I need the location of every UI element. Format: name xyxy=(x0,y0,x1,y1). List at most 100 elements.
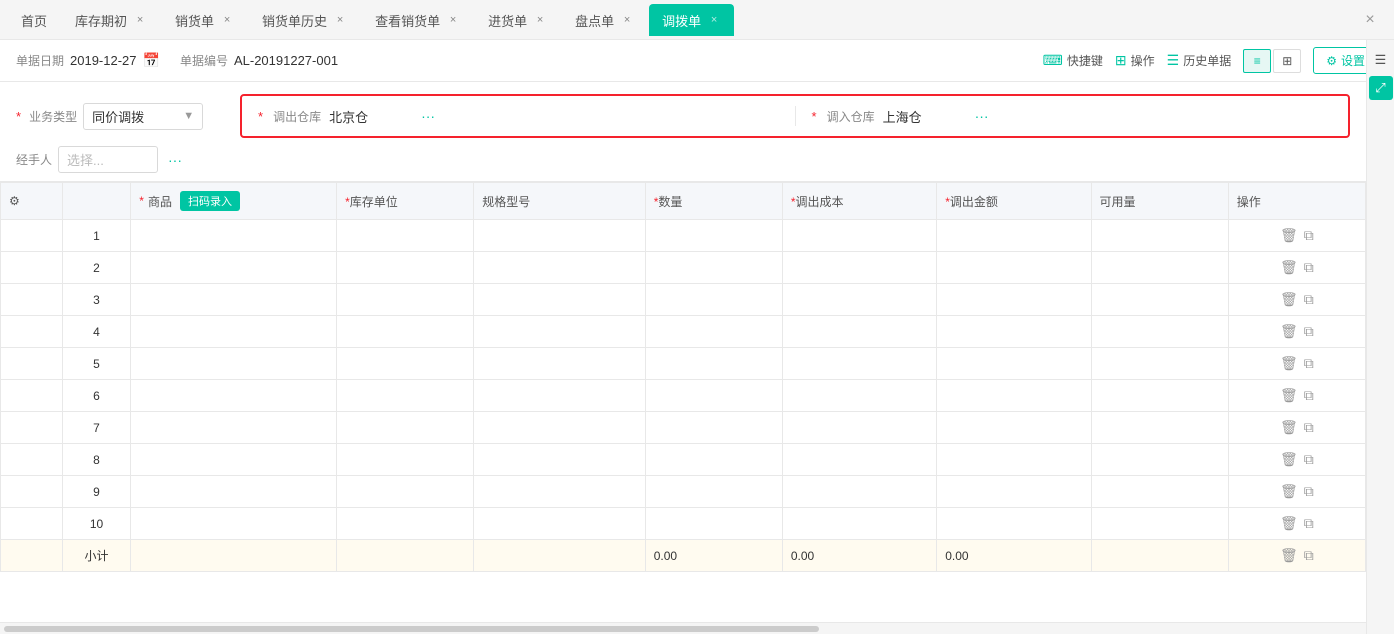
row-amount-cell[interactable] xyxy=(937,444,1091,476)
row-spec-cell[interactable] xyxy=(474,284,645,316)
row-amount-cell[interactable] xyxy=(937,508,1091,540)
row-qty-cell[interactable] xyxy=(645,380,782,412)
row-product-cell[interactable] xyxy=(131,380,337,412)
row-cost-cell[interactable] xyxy=(782,252,936,284)
row-cost-cell[interactable] xyxy=(782,444,936,476)
row-spec-cell[interactable] xyxy=(474,348,645,380)
row-qty-cell[interactable] xyxy=(645,444,782,476)
row-spec-cell[interactable] xyxy=(474,252,645,284)
row-amount-cell[interactable] xyxy=(937,348,1091,380)
tab-purchase[interactable]: 进货单 × xyxy=(475,4,560,36)
tab-sales[interactable]: 销货单 × xyxy=(162,4,247,36)
tab-close-inventory[interactable]: × xyxy=(133,13,147,27)
th-gear[interactable]: ⚙ xyxy=(1,183,63,220)
tab-inventory[interactable]: 库存期初 × xyxy=(62,4,160,36)
row-qty-cell[interactable] xyxy=(645,316,782,348)
scan-button[interactable]: 扫码录入 xyxy=(180,191,240,211)
copy-icon[interactable]: ⧉ xyxy=(1304,259,1314,276)
row-cost-cell[interactable] xyxy=(782,220,936,252)
row-qty-cell[interactable] xyxy=(645,220,782,252)
row-unit-cell[interactable] xyxy=(337,508,474,540)
delete-icon[interactable]: 🗑 xyxy=(1280,419,1298,436)
delete-icon[interactable]: 🗑 xyxy=(1280,355,1298,372)
row-cost-cell[interactable] xyxy=(782,476,936,508)
window-close-button[interactable]: × xyxy=(1354,4,1386,36)
row-amount-cell[interactable] xyxy=(937,380,1091,412)
shortcut-button[interactable]: ⌨ 快捷键 xyxy=(1043,52,1103,69)
warehouse-in-more-icon[interactable]: ··· xyxy=(971,108,993,124)
delete-icon[interactable]: 🗑 xyxy=(1280,451,1298,468)
business-type-select[interactable]: 同价调拨 ▼ xyxy=(83,103,203,130)
row-unit-cell[interactable] xyxy=(337,252,474,284)
row-product-cell[interactable] xyxy=(131,348,337,380)
copy-icon[interactable]: ⧉ xyxy=(1304,483,1314,500)
warehouse-out-more-icon[interactable]: ··· xyxy=(417,108,439,124)
tab-close-transfer[interactable]: × xyxy=(707,13,721,27)
row-product-cell[interactable] xyxy=(131,284,337,316)
tab-close-view-sales[interactable]: × xyxy=(446,13,460,27)
row-spec-cell[interactable] xyxy=(474,444,645,476)
row-cost-cell[interactable] xyxy=(782,508,936,540)
row-amount-cell[interactable] xyxy=(937,412,1091,444)
tab-sales-history[interactable]: 销货单历史 × xyxy=(249,4,360,36)
row-unit-cell[interactable] xyxy=(337,412,474,444)
copy-icon[interactable]: ⧉ xyxy=(1304,547,1314,564)
delete-icon[interactable]: 🗑 xyxy=(1280,515,1298,532)
row-product-cell[interactable] xyxy=(131,412,337,444)
row-unit-cell[interactable] xyxy=(337,476,474,508)
handler-more-icon[interactable]: ··· xyxy=(164,152,186,168)
row-amount-cell[interactable] xyxy=(937,252,1091,284)
row-amount-cell[interactable] xyxy=(937,476,1091,508)
tab-close-purchase[interactable]: × xyxy=(533,13,547,27)
tab-close-stocktake[interactable]: × xyxy=(620,13,634,27)
row-qty-cell[interactable] xyxy=(645,412,782,444)
layout-btn-grid[interactable]: ⊞ xyxy=(1273,49,1301,73)
row-amount-cell[interactable] xyxy=(937,220,1091,252)
row-spec-cell[interactable] xyxy=(474,316,645,348)
tab-stocktake[interactable]: 盘点单 × xyxy=(562,4,647,36)
row-qty-cell[interactable] xyxy=(645,252,782,284)
horizontal-scrollbar[interactable] xyxy=(0,622,1366,634)
delete-icon[interactable]: 🗑 xyxy=(1280,483,1298,500)
row-qty-cell[interactable] xyxy=(645,284,782,316)
row-product-cell[interactable] xyxy=(131,252,337,284)
row-cost-cell[interactable] xyxy=(782,348,936,380)
scrollbar-thumb[interactable] xyxy=(4,626,819,632)
delete-icon[interactable]: 🗑 xyxy=(1280,227,1298,244)
row-cost-cell[interactable] xyxy=(782,316,936,348)
row-unit-cell[interactable] xyxy=(337,380,474,412)
row-spec-cell[interactable] xyxy=(474,508,645,540)
delete-icon[interactable]: 🗑 xyxy=(1280,547,1298,564)
layout-btn-list[interactable]: ≡ xyxy=(1243,49,1271,73)
row-product-cell[interactable] xyxy=(131,508,337,540)
delete-icon[interactable]: 🗑 xyxy=(1280,387,1298,404)
copy-icon[interactable]: ⧉ xyxy=(1304,419,1314,436)
row-spec-cell[interactable] xyxy=(474,412,645,444)
copy-icon[interactable]: ⧉ xyxy=(1304,451,1314,468)
delete-icon[interactable]: 🗑 xyxy=(1280,291,1298,308)
history-button[interactable]: ☰ 历史单据 xyxy=(1167,52,1232,69)
handler-select[interactable]: 选择... xyxy=(58,146,158,173)
copy-icon[interactable]: ⧉ xyxy=(1304,323,1314,340)
tab-home[interactable]: 首页 xyxy=(8,4,60,36)
row-unit-cell[interactable] xyxy=(337,220,474,252)
delete-icon[interactable]: 🗑 xyxy=(1280,259,1298,276)
tab-transfer[interactable]: 调拨单 × xyxy=(649,4,734,36)
copy-icon[interactable]: ⧉ xyxy=(1304,227,1314,244)
row-cost-cell[interactable] xyxy=(782,284,936,316)
row-unit-cell[interactable] xyxy=(337,284,474,316)
row-qty-cell[interactable] xyxy=(645,476,782,508)
row-unit-cell[interactable] xyxy=(337,348,474,380)
row-cost-cell[interactable] xyxy=(782,380,936,412)
row-cost-cell[interactable] xyxy=(782,412,936,444)
copy-icon[interactable]: ⧉ xyxy=(1304,387,1314,404)
delete-icon[interactable]: 🗑 xyxy=(1280,323,1298,340)
row-amount-cell[interactable] xyxy=(937,284,1091,316)
row-unit-cell[interactable] xyxy=(337,316,474,348)
row-qty-cell[interactable] xyxy=(645,348,782,380)
row-amount-cell[interactable] xyxy=(937,316,1091,348)
row-spec-cell[interactable] xyxy=(474,476,645,508)
tab-close-sales[interactable]: × xyxy=(220,13,234,27)
tab-close-sales-history[interactable]: × xyxy=(333,13,347,27)
row-product-cell[interactable] xyxy=(131,476,337,508)
